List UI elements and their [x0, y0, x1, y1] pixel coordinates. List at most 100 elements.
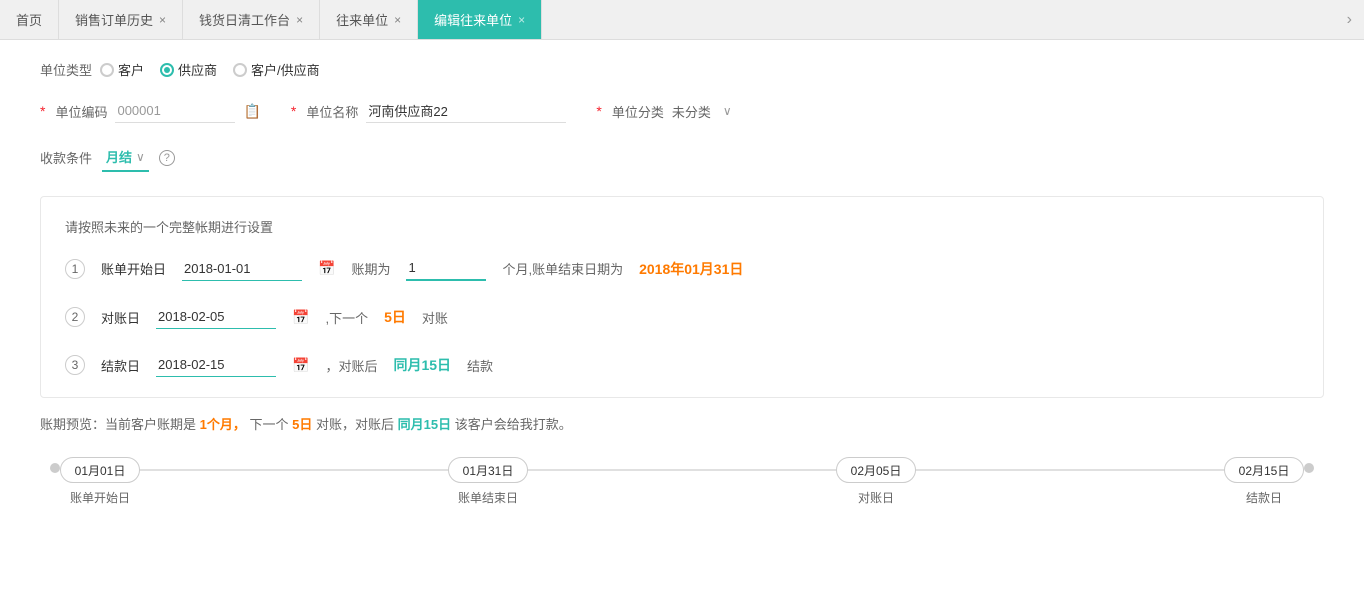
radio-customer-circle [100, 63, 114, 77]
setting-num-1: 1 [65, 259, 85, 279]
timeline-left-dot [50, 463, 60, 473]
main-content: 单位类型 客户 供应商 客户/供应商 * 单位编码 [0, 40, 1364, 608]
setting-2-highlight: 5日 [384, 307, 406, 327]
unit-code-label: 单位编码 [55, 102, 107, 121]
radio-both-circle [233, 63, 247, 77]
setting-2-suffix: 对账 [422, 308, 448, 327]
unit-category-label: 单位分类 [612, 102, 664, 121]
tab-bar: 首页 销售订单历史 × 钱货日清工作台 × 往来单位 × 编辑往来单位 × › [0, 0, 1364, 40]
unit-category-value: 未分类 [672, 102, 711, 121]
timeline-node-1-date: 01月01日 [60, 457, 140, 483]
timeline: 01月01日 账单开始日 01月31日 账单结束日 02月05日 对账日 02月… [40, 457, 1324, 506]
tab-sales-history-label: 销售订单历史 [75, 10, 153, 29]
period-months-input[interactable] [406, 256, 486, 281]
tab-home-label: 首页 [16, 10, 42, 29]
setting-3-highlight: 同月15日 [393, 355, 451, 375]
setting-1-suffix-label: 账期为 [351, 259, 390, 278]
preview-highlight2: 5日 [292, 417, 312, 432]
setting-row-1: 1 账单开始日 📅 账期为 个月,账单结束日期为 2018年01月31日 [65, 256, 1299, 281]
radio-customer-label: 客户 [118, 60, 144, 79]
timeline-node-4-date: 02月15日 [1224, 457, 1304, 483]
unit-name-required: * [291, 103, 296, 119]
radio-supplier-circle [160, 63, 174, 77]
unit-code-group: * 单位编码 📋 [40, 99, 261, 123]
tab-cash-work[interactable]: 钱货日清工作台 × [183, 0, 320, 39]
timeline-node-3: 02月05日 对账日 [836, 457, 916, 506]
timeline-node-1: 01月01日 账单开始日 [60, 457, 140, 506]
setting-num-2: 2 [65, 307, 85, 327]
payment-date-calendar-icon[interactable]: 📅 [292, 357, 309, 374]
tab-cash-work-close[interactable]: × [296, 13, 303, 27]
tab-edit-partner[interactable]: 编辑往来单位 × [418, 0, 542, 39]
reconcile-date-input[interactable] [156, 305, 276, 329]
radio-customer[interactable]: 客户 [100, 60, 144, 79]
unit-category-group: * 单位分类 未分类 ∨ [596, 102, 731, 121]
setting-3-suffix: 结款 [467, 356, 493, 375]
unit-code-input[interactable] [115, 99, 235, 123]
tab-partner-close[interactable]: × [394, 13, 401, 27]
timeline-right-dot [1304, 463, 1314, 473]
card-title: 请按照未来的一个完整帐期进行设置 [65, 217, 1299, 236]
unit-name-group: * 单位名称 [291, 99, 566, 123]
payment-condition-select[interactable]: 月结 ∨ [102, 143, 149, 172]
reconcile-date-calendar-icon[interactable]: 📅 [292, 309, 309, 326]
tab-partner-label: 往来单位 [336, 10, 388, 29]
timeline-node-2-date: 01月31日 [448, 457, 528, 483]
settings-card: 请按照未来的一个完整帐期进行设置 1 账单开始日 📅 账期为 个月,账单结束日期… [40, 196, 1324, 398]
preview-text1: 下一个 [250, 417, 289, 432]
setting-label-2: 对账日 [101, 308, 140, 327]
setting-3-prefix: ，对账后 [325, 356, 377, 375]
help-icon[interactable]: ? [159, 150, 175, 166]
unit-category-required: * [596, 103, 601, 119]
unit-code-icon[interactable]: 📋 [243, 103, 260, 120]
tab-sales-history[interactable]: 销售订单历史 × [59, 0, 183, 39]
preview-text: 账期预览：当前客户账期是 1个月， 下一个 5日 对账，对账后 同月15日 该客… [40, 414, 1324, 433]
setting-row-3: 3 结款日 📅 ，对账后 同月15日 结款 [65, 353, 1299, 377]
unit-name-label: 单位名称 [306, 102, 358, 121]
setting-1-end-date: 2018年01月31日 [639, 259, 743, 279]
tab-partner[interactable]: 往来单位 × [320, 0, 418, 39]
timeline-node-4-label: 结款日 [1246, 489, 1282, 506]
radio-both-label: 客户/供应商 [251, 60, 320, 79]
radio-both[interactable]: 客户/供应商 [233, 60, 320, 79]
timeline-node-1-label: 账单开始日 [70, 489, 130, 506]
unit-category-dropdown-arrow[interactable]: ∨ [723, 104, 732, 118]
tab-edit-partner-close[interactable]: × [518, 13, 525, 27]
unit-code-required: * [40, 103, 45, 119]
unit-name-input[interactable] [366, 99, 566, 123]
start-date-input[interactable] [182, 257, 302, 281]
preview-prefix: 账期预览：当前客户账期是 [40, 417, 196, 432]
setting-label-1: 账单开始日 [101, 259, 166, 278]
setting-num-3: 3 [65, 355, 85, 375]
tab-sales-history-close[interactable]: × [159, 13, 166, 27]
timeline-content: 01月01日 账单开始日 01月31日 账单结束日 02月05日 对账日 02月… [60, 457, 1304, 506]
timeline-node-2-label: 账单结束日 [458, 489, 518, 506]
timeline-node-3-label: 对账日 [858, 489, 894, 506]
payment-date-input[interactable] [156, 353, 276, 377]
tab-home[interactable]: 首页 [0, 0, 59, 39]
unit-type-radio-group: 客户 供应商 客户/供应商 [100, 60, 320, 79]
tab-scroll-arrow[interactable]: › [1335, 11, 1364, 29]
radio-supplier-label: 供应商 [178, 60, 217, 79]
preview-text2: 对账，对账后 [316, 417, 394, 432]
preview-highlight1: 1个月， [200, 417, 246, 432]
timeline-nodes: 01月01日 账单开始日 01月31日 账单结束日 02月05日 对账日 02月… [60, 457, 1304, 506]
setting-label-3: 结款日 [101, 356, 140, 375]
unit-info-row: * 单位编码 📋 * 单位名称 * 单位分类 未分类 ∨ [40, 99, 1324, 123]
timeline-node-4: 02月15日 结款日 [1224, 457, 1304, 506]
payment-condition-arrow: ∨ [136, 150, 145, 164]
start-date-calendar-icon[interactable]: 📅 [318, 260, 335, 277]
unit-type-row: 单位类型 客户 供应商 客户/供应商 [40, 60, 1324, 79]
tab-cash-work-label: 钱货日清工作台 [199, 10, 290, 29]
payment-condition-value: 月结 [106, 147, 132, 166]
setting-row-2: 2 对账日 📅 ,下一个 5日 对账 [65, 305, 1299, 329]
setting-2-prefix: ,下一个 [325, 308, 368, 327]
radio-supplier[interactable]: 供应商 [160, 60, 217, 79]
tab-edit-partner-label: 编辑往来单位 [434, 10, 512, 29]
payment-condition-row: 收款条件 月结 ∨ ? [40, 143, 1324, 172]
unit-type-group: 单位类型 客户 供应商 客户/供应商 [40, 60, 320, 79]
timeline-node-3-date: 02月05日 [836, 457, 916, 483]
preview-highlight3: 同月15日 [398, 417, 451, 432]
preview-suffix: 该客户会给我打款。 [455, 417, 572, 432]
unit-type-label: 单位类型 [40, 60, 92, 79]
